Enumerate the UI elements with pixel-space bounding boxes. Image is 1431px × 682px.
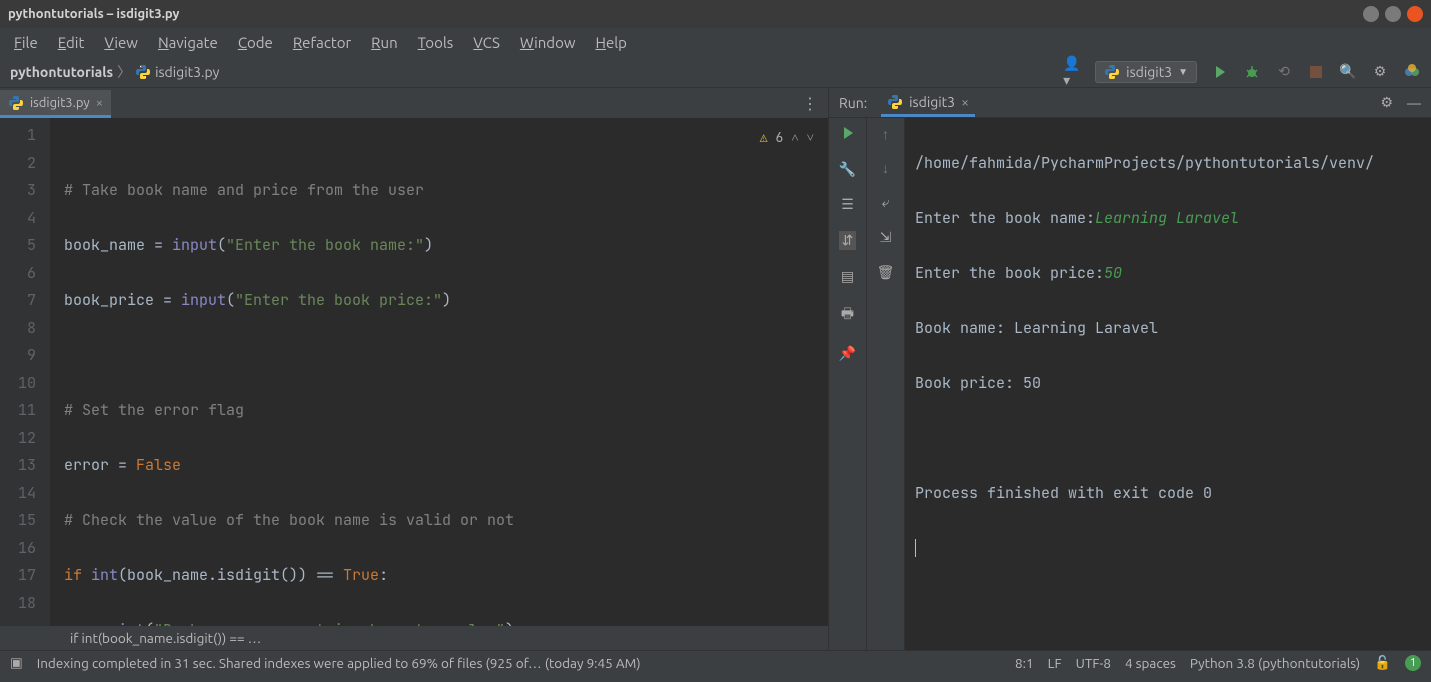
editor-tab-actions[interactable]: ⋮ (802, 94, 818, 113)
rerun-button[interactable] (841, 126, 855, 143)
settings-gear-icon[interactable]: ⚙ (1371, 63, 1389, 81)
chevron-down-icon[interactable]: ˅ (807, 124, 814, 152)
menu-help[interactable]: Help (595, 34, 626, 51)
layout-settings-icon[interactable]: ⇵ (839, 231, 857, 250)
menu-view[interactable]: View (104, 34, 138, 51)
inspection-widget[interactable]: ⚠ 6 ˄ ˅ (760, 124, 814, 152)
layout-icon[interactable]: ☰ (841, 196, 854, 213)
file-encoding[interactable]: UTF-8 (1076, 655, 1111, 671)
chevron-up-icon[interactable]: ˄ (791, 124, 798, 152)
status-message: Indexing completed in 31 sec. Shared ind… (37, 655, 641, 671)
main-area: isdigit3.py × ⋮ 123456789101112131415161… (0, 88, 1431, 650)
notification-badge[interactable]: 1 (1405, 655, 1421, 671)
code-breadcrumb[interactable]: if int(book_name.isdigit()) == … (0, 626, 828, 650)
debug-button[interactable] (1243, 63, 1261, 81)
tool-window-bars-icon[interactable]: ▣ (10, 654, 23, 671)
line-number-gutter: 123456789101112131415161718 (0, 118, 50, 626)
breadcrumb-file[interactable]: isdigit3.py (155, 64, 219, 80)
menu-bar: File Edit View Navigate Code Refactor Ru… (0, 28, 1431, 56)
run-config-name: isdigit3 (1126, 64, 1172, 80)
menu-file[interactable]: File (14, 34, 38, 51)
warning-count: 6 (776, 124, 784, 152)
menu-vcs[interactable]: VCS (473, 34, 500, 51)
run-configuration-selector[interactable]: isdigit3 ▼ (1095, 61, 1197, 83)
editor-tab-active[interactable]: isdigit3.py × (0, 90, 111, 118)
pin-icon[interactable]: 📌 (839, 345, 856, 362)
line-separator[interactable]: LF (1048, 655, 1062, 671)
down-arrow-icon[interactable]: ↓ (882, 160, 889, 176)
navigation-bar: pythontutorials 〉 isdigit3.py 👤▾ isdigit… (0, 56, 1431, 88)
print-icon[interactable]: 🖶 (841, 303, 854, 327)
editor-tabs: isdigit3.py × ⋮ (0, 88, 828, 118)
wrench-icon[interactable]: 🔧 (839, 161, 856, 178)
python-file-icon (135, 64, 151, 80)
menu-run[interactable]: Run (371, 34, 398, 51)
warning-icon: ⚠ (760, 124, 768, 152)
window-titlebar: pythontutorials – isdigit3.py (0, 0, 1431, 28)
stop-button[interactable] (1307, 63, 1325, 81)
soft-wrap-icon[interactable]: ▤ (841, 268, 854, 285)
settings-gear-icon[interactable]: ⚙ (1380, 94, 1393, 111)
python-icon (887, 94, 903, 110)
menu-code[interactable]: Code (238, 34, 273, 51)
window-title: pythontutorials – isdigit3.py (8, 7, 179, 21)
console-output[interactable]: /home/fahmida/PycharmProjects/pythontuto… (905, 118, 1431, 650)
menu-navigate[interactable]: Navigate (158, 34, 218, 51)
code-area[interactable]: ⚠6 ˄ ˅ # Take book name and price from t… (50, 118, 828, 626)
run-tab[interactable]: isdigit3 × (881, 89, 975, 117)
add-config-icon[interactable]: 👤▾ (1063, 63, 1081, 81)
menu-window[interactable]: Window (520, 34, 576, 51)
breadcrumb-root[interactable]: pythontutorials (10, 64, 113, 80)
window-close-button[interactable] (1407, 6, 1423, 22)
trash-icon[interactable]: 🗑 (877, 264, 895, 281)
run-toolbar-left: 🔧 ☰ ⇵ ▤ 🖶 📌 (829, 118, 867, 650)
run-header: Run: isdigit3 × ⚙ — (829, 88, 1431, 118)
menu-tools[interactable]: Tools (418, 34, 454, 51)
window-minimize-button[interactable] (1363, 6, 1379, 22)
run-label: Run: (839, 95, 867, 111)
chevron-down-icon: ▼ (1178, 66, 1188, 78)
up-arrow-icon[interactable]: ↑ (882, 126, 889, 142)
ide-color-icon[interactable] (1403, 63, 1421, 81)
run-tab-label: isdigit3 (909, 94, 955, 110)
close-icon[interactable]: × (961, 94, 969, 110)
menu-edit[interactable]: Edit (58, 34, 85, 51)
editor-pane: isdigit3.py × ⋮ 123456789101112131415161… (0, 88, 828, 650)
hide-panel-icon[interactable]: — (1407, 95, 1421, 111)
breadcrumb[interactable]: pythontutorials 〉 isdigit3.py (10, 62, 219, 82)
code-editor[interactable]: 123456789101112131415161718 ⚠6 ˄ ˅ # Tak… (0, 118, 828, 626)
search-icon[interactable]: 🔍 (1339, 63, 1357, 81)
python-icon (1104, 64, 1120, 80)
export-icon[interactable]: ⤶ (882, 194, 890, 211)
close-icon[interactable]: × (96, 96, 103, 110)
caret-position[interactable]: 8:1 (1015, 655, 1034, 671)
console-cursor (915, 539, 916, 557)
menu-refactor[interactable]: Refactor (293, 34, 351, 51)
indent-setting[interactable]: 4 spaces (1125, 655, 1176, 671)
run-tool-window: Run: isdigit3 × ⚙ — 🔧 ☰ ⇵ ▤ 🖶 📌 ↑ ↓ (828, 88, 1431, 650)
run-with-coverage-button[interactable]: ⟲ (1275, 63, 1293, 81)
console-cmd: /home/fahmida/PycharmProjects/pythontuto… (915, 150, 1421, 178)
status-bar: ▣ Indexing completed in 31 sec. Shared i… (0, 650, 1431, 674)
run-button[interactable] (1211, 63, 1229, 81)
lock-icon[interactable]: 🔓 (1374, 654, 1391, 671)
editor-tab-label: isdigit3.py (30, 96, 90, 110)
python-interpreter[interactable]: Python 3.8 (pythontutorials) (1190, 655, 1360, 671)
run-toolbar-nav: ↑ ↓ ⤶ ⇲ 🗑 (867, 118, 905, 650)
python-file-icon (8, 95, 24, 111)
chevron-right-icon: 〉 (117, 62, 131, 82)
window-maximize-button[interactable] (1385, 6, 1401, 22)
filter-icon[interactable]: ⇲ (880, 229, 892, 246)
code-breadcrumb-text: if int(book_name.isdigit()) == … (70, 630, 261, 646)
